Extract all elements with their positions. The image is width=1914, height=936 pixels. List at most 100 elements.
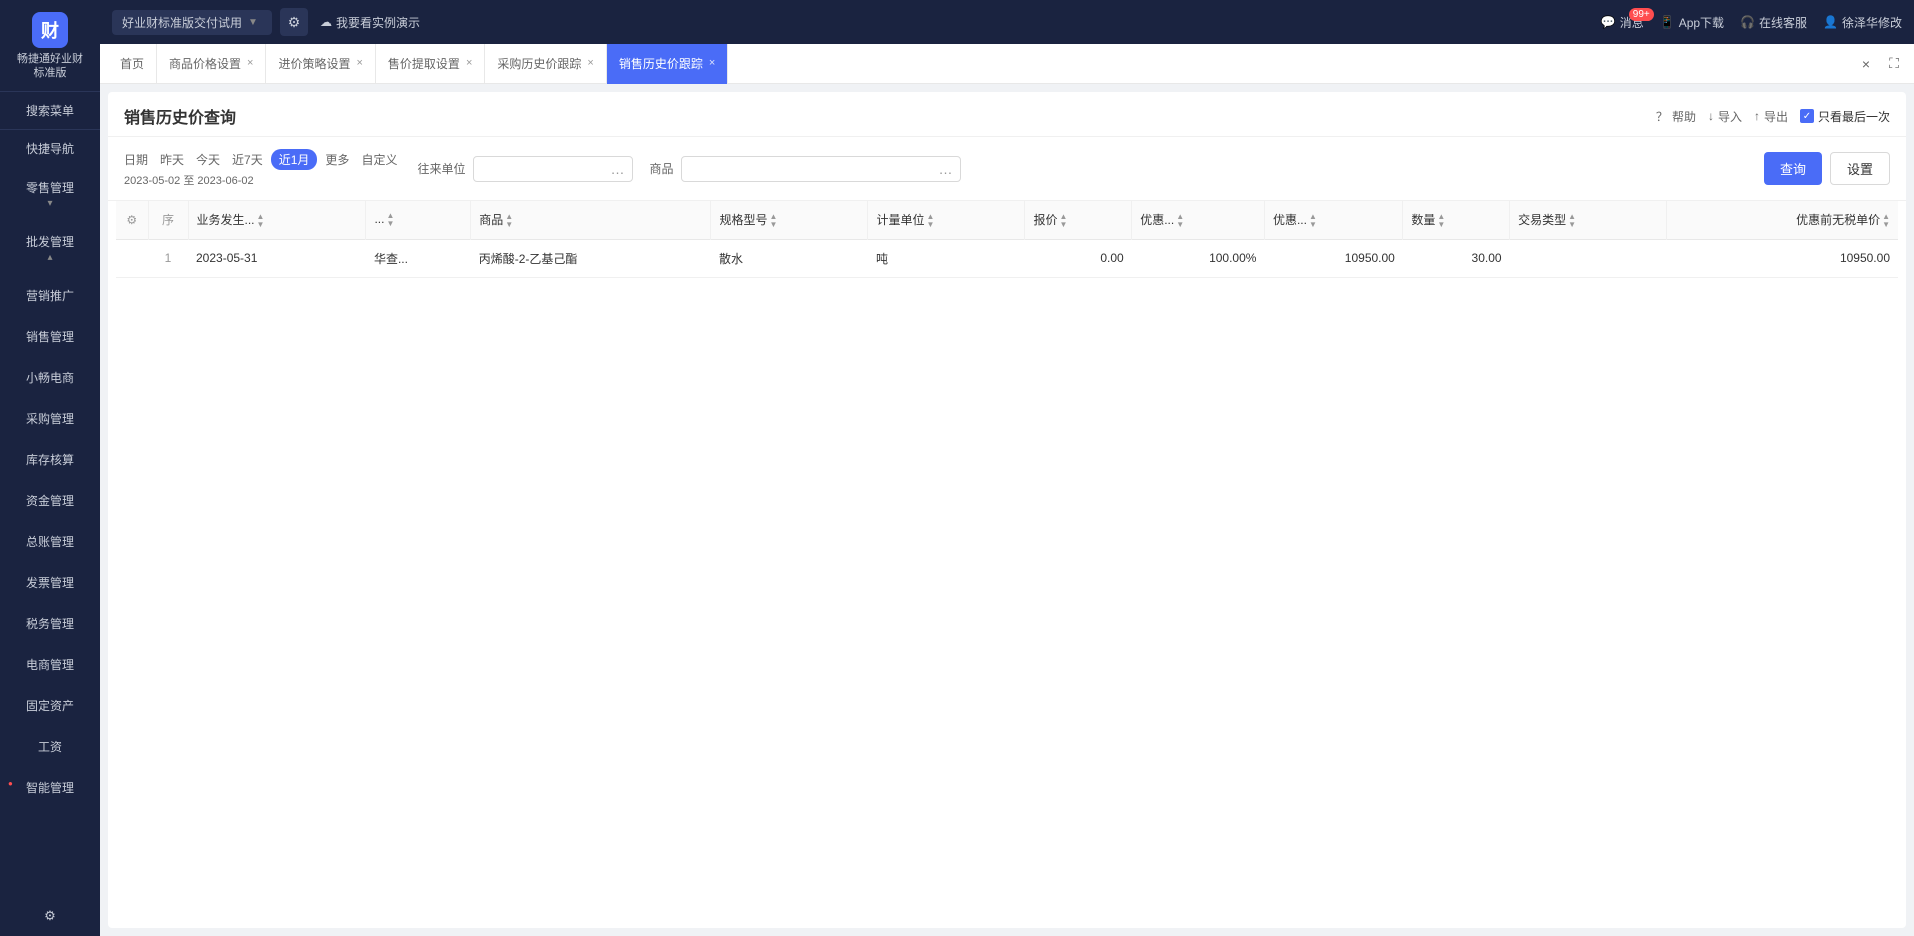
close-window-icon: × — [1862, 56, 1870, 72]
tab-purchase-strategy-close[interactable]: × — [356, 58, 362, 69]
tab-purchase-history[interactable]: 采购历史价跟踪 × — [485, 44, 606, 84]
row-discount2: 10950.00 — [1264, 239, 1402, 277]
demo-button[interactable]: ☁ 我要看实例演示 — [320, 14, 420, 31]
table-row: 1 2023-05-31 华查... 丙烯酸-2-乙基己酯 散水 吨 0.00 … — [116, 239, 1898, 277]
sidebar-item-ecommerce[interactable]: 电商管理 — [0, 644, 100, 685]
th-price[interactable]: 报价▲▼ — [1025, 201, 1132, 239]
sidebar-item-ledger[interactable]: 总账管理 — [0, 521, 100, 562]
sidebar-item-ecommerce-small[interactable]: 小畅电商 — [0, 357, 100, 398]
sidebar-item-assets[interactable]: 固定资产 — [0, 685, 100, 726]
demo-label: 我要看实例演示 — [336, 14, 420, 31]
tab-product-price-close[interactable]: × — [247, 58, 253, 69]
date-btn-today[interactable]: 今天 — [192, 149, 224, 170]
inventory-label: 库存核算 — [26, 451, 74, 468]
tab-home[interactable]: 首页 — [108, 44, 157, 84]
tab-product-price[interactable]: 商品价格设置 × — [157, 44, 266, 84]
import-button[interactable]: ↓ 导入 — [1708, 108, 1742, 125]
message-icon: 💬 — [1601, 15, 1616, 29]
topbar-selector[interactable]: 好业财标准版交付试用 ▼ — [112, 10, 272, 35]
tax-label: 税务管理 — [26, 615, 74, 632]
date-btn-yesterday[interactable]: 昨天 — [156, 149, 188, 170]
assets-label: 固定资产 — [26, 697, 74, 714]
smart-label: 智能管理 — [26, 779, 74, 796]
app-download-label: App下载 — [1679, 14, 1724, 31]
date-btn-more[interactable]: 更多 — [321, 149, 353, 170]
settings-gear-icon: ⚙ — [44, 908, 56, 923]
from-unit-input[interactable]: … — [473, 156, 633, 182]
sidebar-settings-button[interactable]: ⚙ — [0, 896, 100, 936]
tab-purchase-strategy[interactable]: 进价策略设置 × — [266, 44, 375, 84]
query-button[interactable]: 查询 — [1764, 152, 1822, 185]
sidebar-search[interactable]: 搜索菜单 — [0, 92, 100, 130]
search-label: 搜索菜单 — [26, 104, 74, 118]
export-button[interactable]: ↑ 导出 — [1754, 108, 1788, 125]
th-discount2[interactable]: 优惠...▲▼ — [1264, 201, 1402, 239]
sidebar-item-marketing[interactable]: 营销推广 — [0, 275, 100, 316]
retail-arrow: ▾ — [47, 198, 52, 209]
only-last-checkbox[interactable]: ✓ 只看最后一次 — [1800, 108, 1890, 125]
table-area: ⚙ 序 业务发生...▲▼ ...▲▼ 商品▲▼ 规格型 — [108, 201, 1906, 928]
sidebar-item-tax[interactable]: 税务管理 — [0, 603, 100, 644]
topbar-gear-button[interactable]: ⚙ — [280, 8, 308, 36]
row-spec: 散水 — [711, 239, 868, 277]
help-button[interactable]: ？ 帮助 — [1656, 108, 1696, 125]
date-btn-7days[interactable]: 近7天 — [228, 149, 267, 170]
logo-text: 畅捷通好业财标准版 — [17, 52, 83, 81]
sidebar-item-payroll[interactable]: 工资 — [0, 726, 100, 767]
page-content: 销售历史价查询 ？ 帮助 ↓ 导入 ↑ 导出 ✓ 只看最后一次 — [108, 92, 1906, 928]
row-gear — [116, 239, 148, 277]
th-spec[interactable]: 规格型号▲▼ — [711, 201, 868, 239]
close-window-button[interactable]: × — [1854, 52, 1878, 76]
row-trade-type — [1510, 239, 1667, 277]
sidebar-item-retail[interactable]: 零售管理 ▾ — [0, 167, 100, 221]
th-quantity[interactable]: 数量▲▼ — [1403, 201, 1510, 239]
sidebar-item-inventory[interactable]: 库存核算 — [0, 439, 100, 480]
expand-window-button[interactable]: ⛶ — [1882, 52, 1906, 76]
sidebar-item-finance[interactable]: 资金管理 — [0, 480, 100, 521]
th-trade-type[interactable]: 交易类型▲▼ — [1510, 201, 1667, 239]
product-input[interactable]: … — [681, 156, 961, 182]
main-area: 好业财标准版交付试用 ▼ ⚙ ☁ 我要看实例演示 💬 99+ 消息 📱 App下… — [100, 0, 1914, 936]
from-unit-label: 往来单位 — [417, 160, 465, 177]
service-button[interactable]: 🎧 在线客服 — [1740, 14, 1807, 31]
tab-purchase-history-close[interactable]: × — [587, 58, 593, 69]
sidebar-item-wholesale[interactable]: 批发管理 ▴ — [0, 221, 100, 275]
tabs-bar: 首页 商品价格设置 × 进价策略设置 × 售价提取设置 × 采购历史价跟踪 × … — [100, 44, 1914, 84]
th-gear[interactable]: ⚙ — [116, 201, 148, 239]
tab-sales-history[interactable]: 销售历史价跟踪 × — [607, 44, 728, 84]
sidebar-quick-nav[interactable]: 快捷导航 — [0, 130, 100, 167]
settings-button[interactable]: 设置 — [1830, 152, 1890, 185]
date-btn-custom[interactable]: 自定义 — [357, 149, 401, 170]
topbar-right: 💬 99+ 消息 📱 App下载 🎧 在线客服 👤 徐泽华修改 — [1601, 14, 1902, 31]
sidebar-item-purchase[interactable]: 采购管理 — [0, 398, 100, 439]
topbar-gear-icon: ⚙ — [288, 14, 301, 31]
nav-label: 快捷导航 — [26, 142, 74, 156]
tab-sales-history-close[interactable]: × — [709, 58, 715, 69]
sidebar-item-sales[interactable]: 销售管理 — [0, 316, 100, 357]
th-product[interactable]: 商品▲▼ — [471, 201, 711, 239]
date-btn-1month[interactable]: 近1月 — [271, 149, 318, 170]
app-download-button[interactable]: 📱 App下载 — [1660, 14, 1724, 31]
tab-price-extract[interactable]: 售价提取设置 × — [376, 44, 485, 84]
product-dots[interactable]: … — [938, 161, 952, 177]
row-quantity: 30.00 — [1403, 239, 1510, 277]
from-unit-dots[interactable]: … — [610, 161, 624, 177]
demo-icon: ☁ — [320, 15, 332, 29]
user-menu[interactable]: 👤 徐泽华修改 — [1823, 14, 1902, 31]
tab-price-extract-close[interactable]: × — [466, 58, 472, 69]
message-button[interactable]: 💬 99+ 消息 — [1601, 14, 1644, 31]
tab-sales-history-label: 销售历史价跟踪 — [619, 55, 703, 72]
table-header-row: ⚙ 序 业务发生...▲▼ ...▲▼ 商品▲▼ 规格型 — [116, 201, 1898, 239]
sidebar-item-invoice[interactable]: 发票管理 — [0, 562, 100, 603]
service-icon: 🎧 — [1740, 15, 1755, 29]
th-unit[interactable]: 计量单位▲▼ — [868, 201, 1025, 239]
sales-label: 销售管理 — [26, 328, 74, 345]
data-table: ⚙ 序 业务发生...▲▼ ...▲▼ 商品▲▼ 规格型 — [116, 201, 1898, 278]
date-filter-group: 日期 昨天 今天 近7天 近1月 更多 自定义 2023-05-02 至 202… — [124, 149, 401, 188]
th-more[interactable]: ...▲▼ — [366, 201, 471, 239]
sidebar-item-smart[interactable]: 智能管理 — [0, 767, 100, 808]
th-discount1[interactable]: 优惠...▲▼ — [1132, 201, 1265, 239]
th-biz-date[interactable]: 业务发生...▲▼ — [188, 201, 366, 239]
date-buttons: 昨天 今天 近7天 近1月 更多 自定义 — [156, 149, 401, 170]
th-pretax-price[interactable]: 优惠前无税单价▲▼ — [1667, 201, 1898, 239]
